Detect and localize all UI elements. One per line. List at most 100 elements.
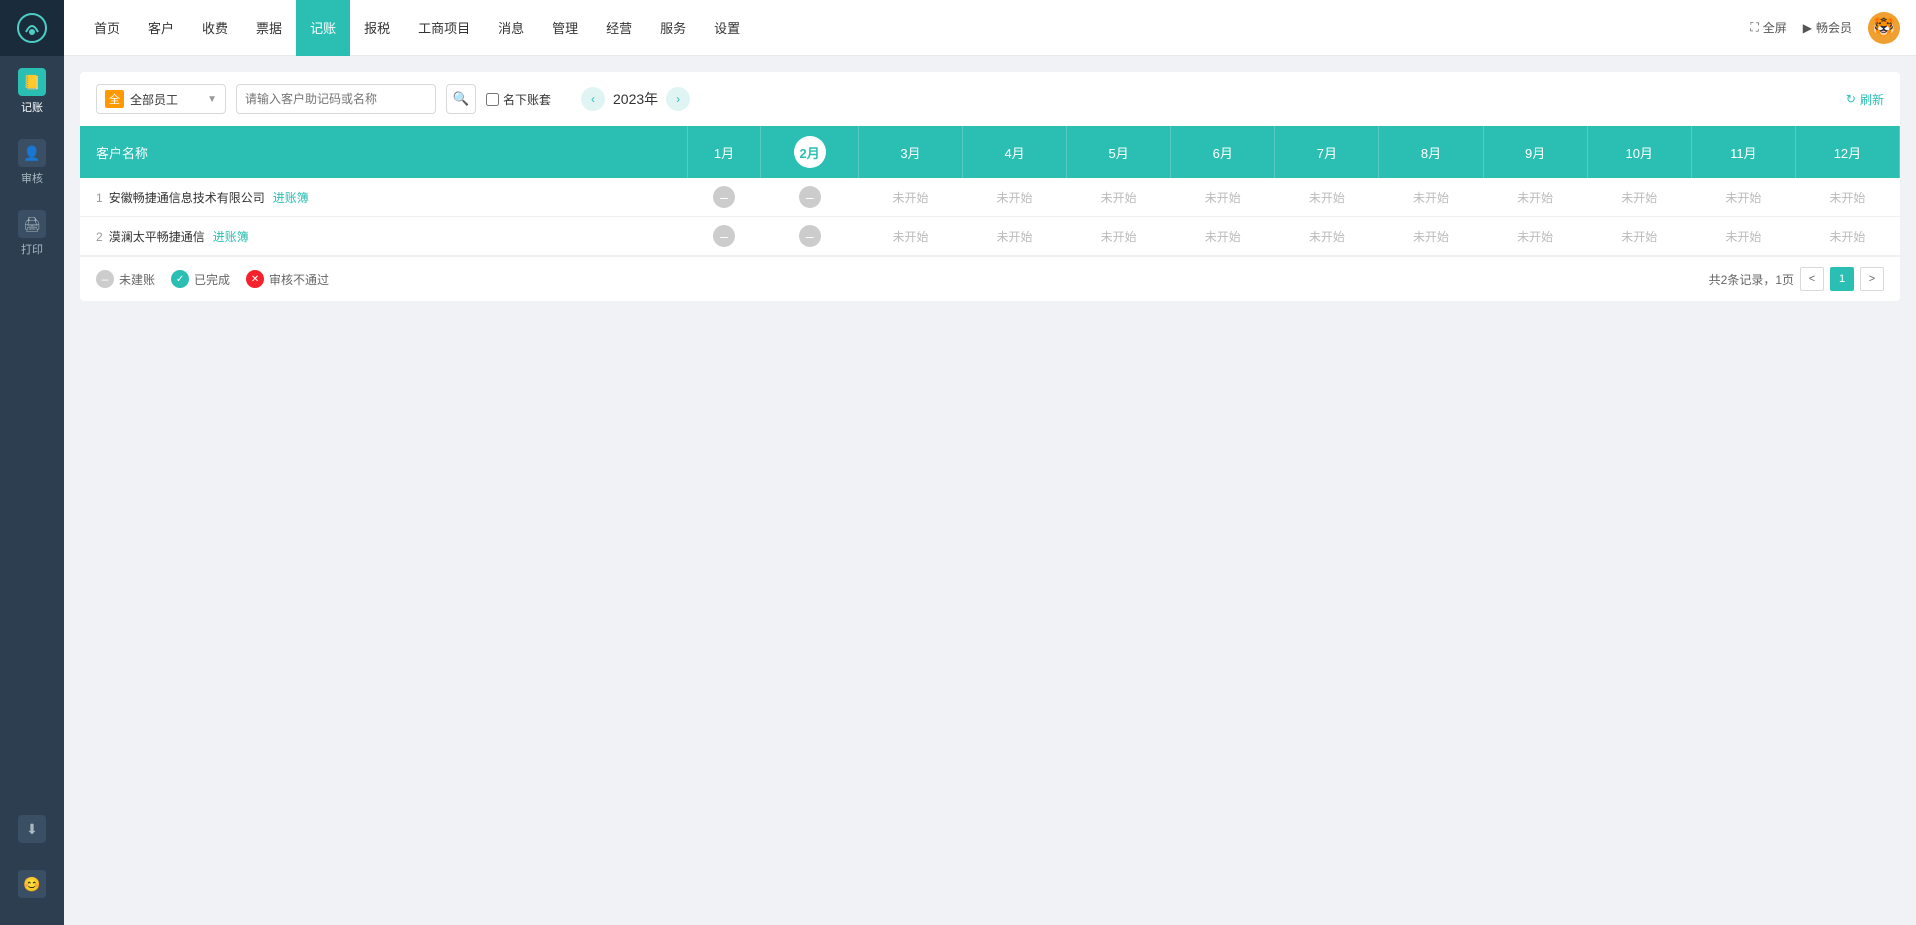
bookkeeping-icon: 📒 [18, 68, 46, 96]
legend-completed: ✓ 已完成 [171, 270, 230, 288]
search-input[interactable] [236, 84, 436, 114]
nav-tax[interactable]: 报税 [350, 0, 404, 56]
status-not-started: 未开始 [1413, 230, 1449, 244]
col-header-m1: 1月 [687, 126, 761, 178]
row-1-month-2: – [761, 217, 859, 256]
enter-ledger-link[interactable]: 进账簿 [273, 191, 309, 205]
row-0-name-cell: 1安徽畅捷通信息技术有限公司进账簿 [80, 178, 687, 217]
page-1-button[interactable]: 1 [1830, 267, 1854, 291]
status-not-started: 未开始 [1413, 191, 1449, 205]
status-not-started: 未开始 [997, 230, 1033, 244]
refresh-button[interactable]: ↻ 刷新 [1846, 91, 1884, 108]
nav-bookkeeping[interactable]: 记账 [296, 0, 350, 56]
completed-icon: ✓ [176, 274, 184, 285]
rejected-icon: ✕ [251, 274, 259, 285]
col-header-m5: 5月 [1067, 126, 1171, 178]
sidebar-item-audit[interactable]: 👤 审核 [0, 127, 64, 198]
col-header-m3: 3月 [858, 126, 962, 178]
employee-label: 全部员工 [130, 91, 207, 108]
enter-ledger-link[interactable]: 进账簿 [213, 230, 249, 244]
topnav: 首页 客户 收费 票据 记账 报税 工商项目 消息 管理 经营 服务 设置 ⛶ … [64, 0, 1916, 56]
accounts-filter[interactable]: 名下账套 [486, 91, 551, 108]
next-year-button[interactable]: › [666, 87, 690, 111]
nav-billing[interactable]: 收费 [188, 0, 242, 56]
col-header-m9: 9月 [1483, 126, 1587, 178]
prev-year-button[interactable]: ‹ [581, 87, 605, 111]
sidebar-item-support[interactable]: 😊 [0, 858, 64, 913]
sidebar-item-bookkeeping[interactable]: 📒 记账 [0, 56, 64, 127]
status-dash-icon: – [799, 225, 821, 247]
active-month-circle: 2月 [794, 136, 826, 168]
row-0-month-5: 未开始 [1067, 178, 1171, 217]
employee-tag: 全 [105, 90, 124, 108]
status-not-started: 未开始 [1829, 191, 1865, 205]
prev-page-button[interactable]: < [1800, 267, 1824, 291]
status-not-started: 未开始 [1101, 230, 1137, 244]
row-num: 2 [96, 230, 103, 244]
status-not-started: 未开始 [1517, 230, 1553, 244]
status-not-started: 未开始 [1205, 191, 1241, 205]
status-not-started: 未开始 [1517, 191, 1553, 205]
row-0-month-7: 未开始 [1275, 178, 1379, 217]
row-1-month-8: 未开始 [1379, 217, 1483, 256]
row-0-month-12: 未开始 [1795, 178, 1899, 217]
table-container: 客户名称 1月 2月 3月 4月 5月 6月 7月 8月 9月 [80, 126, 1900, 256]
row-0-month-11: 未开始 [1691, 178, 1795, 217]
nav-home[interactable]: 首页 [80, 0, 134, 56]
legend-rejected-dot: ✕ [246, 270, 264, 288]
year-display: 2023年 [613, 89, 658, 109]
table-header-row: 客户名称 1月 2月 3月 4月 5月 6月 7月 8月 9月 [80, 126, 1900, 178]
row-0-month-10: 未开始 [1587, 178, 1691, 217]
status-dash-icon: – [713, 186, 735, 208]
status-not-started: 未开始 [1725, 230, 1761, 244]
row-0-month-2: – [761, 178, 859, 217]
fullscreen-button[interactable]: ⛶ 全屏 [1750, 19, 1786, 36]
legend-rejected: ✕ 审核不通过 [246, 270, 329, 288]
table-footer: – 未建账 ✓ 已完成 ✕ 审核不通过 共2条记录，1 [80, 256, 1900, 301]
row-0-month-6: 未开始 [1171, 178, 1275, 217]
row-1-month-4: 未开始 [963, 217, 1067, 256]
col-header-m2: 2月 [761, 126, 859, 178]
status-not-started: 未开始 [997, 191, 1033, 205]
print-icon: 🖨 [18, 210, 46, 238]
nav-invoice[interactable]: 票据 [242, 0, 296, 56]
search-button[interactable]: 🔍 [446, 84, 476, 114]
row-1-month-3: 未开始 [858, 217, 962, 256]
nav-business[interactable]: 工商项目 [404, 0, 484, 56]
row-1-month-7: 未开始 [1275, 217, 1379, 256]
table-row: 2漠澜太平畅捷通信进账簿––未开始未开始未开始未开始未开始未开始未开始未开始未开… [80, 217, 1900, 256]
employee-select[interactable]: 全 全部员工 ▼ [96, 84, 226, 114]
year-navigator: ‹ 2023年 › [581, 87, 690, 111]
nav-service[interactable]: 服务 [646, 0, 700, 56]
refresh-icon: ↻ [1846, 92, 1856, 106]
nav-operation[interactable]: 经营 [592, 0, 646, 56]
not-built-icon: – [102, 272, 109, 286]
vip-button[interactable]: ▶ 畅会员 [1803, 19, 1852, 36]
sidebar-item-print[interactable]: 🖨 打印 [0, 198, 64, 269]
sidebar-item-download[interactable]: ⬇ [0, 803, 64, 858]
status-not-started: 未开始 [1621, 230, 1657, 244]
company-name: 安徽畅捷通信息技术有限公司 [109, 191, 265, 205]
user-avatar[interactable]: 🐯 [1868, 12, 1900, 44]
col-header-name: 客户名称 [80, 126, 687, 178]
table-row: 1安徽畅捷通信息技术有限公司进账簿 – – 未开始 未开始 未开始 未开始 未开始 未开始 未开始… [80, 178, 1900, 217]
fullscreen-icon: ⛶ [1750, 20, 1758, 35]
legend-not-built-dot: – [96, 270, 114, 288]
col-header-m8: 8月 [1379, 126, 1483, 178]
status-dash-icon: – [799, 186, 821, 208]
nav-client[interactable]: 客户 [134, 0, 188, 56]
pagination: 共2条记录，1页 < 1 > [1709, 267, 1884, 291]
company-name: 漠澜太平畅捷通信 [109, 230, 205, 244]
nav-settings[interactable]: 设置 [700, 0, 754, 56]
nav-manage[interactable]: 管理 [538, 0, 592, 56]
logo[interactable] [0, 0, 64, 56]
row-1-month-9: 未开始 [1483, 217, 1587, 256]
next-page-button[interactable]: > [1860, 267, 1884, 291]
accounts-checkbox[interactable] [486, 93, 499, 106]
toolbar: 全 全部员工 ▼ 🔍 名下账套 ‹ 2023年 › ↻ [80, 72, 1900, 126]
row-0-month-4: 未开始 [963, 178, 1067, 217]
nav-message[interactable]: 消息 [484, 0, 538, 56]
status-not-started: 未开始 [1101, 191, 1137, 205]
status-not-started: 未开始 [1725, 191, 1761, 205]
sidebar: 📒 记账 👤 审核 🖨 打印 ⬇ 😊 [0, 0, 64, 925]
